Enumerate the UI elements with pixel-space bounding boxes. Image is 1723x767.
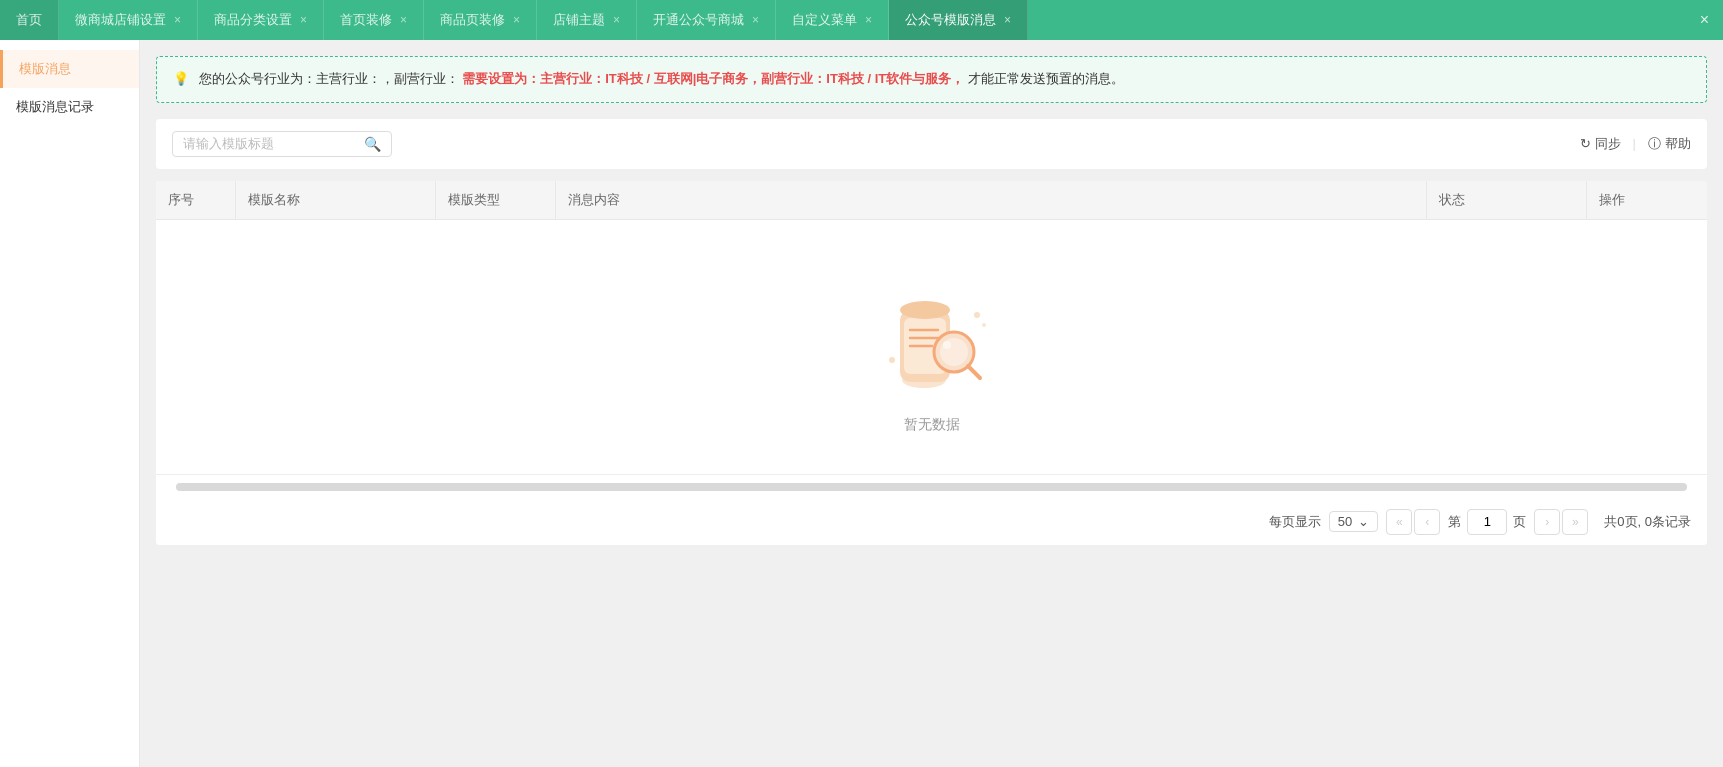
tab-store-theme[interactable]: 店铺主题 × <box>537 0 637 40</box>
prev-page-button[interactable]: ‹ <box>1414 509 1440 535</box>
search-input-wrap[interactable]: 🔍 <box>172 131 392 157</box>
close-tab-template-msg[interactable]: × <box>1004 13 1011 27</box>
tab-custom-menu-label: 自定义菜单 <box>792 11 857 29</box>
th-content: 消息内容 <box>556 181 1427 219</box>
data-table: 序号 模版名称 模版类型 消息内容 状态 操作 <box>156 181 1707 545</box>
total-info: 共0页, 0条记录 <box>1604 513 1691 531</box>
th-action: 操作 <box>1587 181 1707 219</box>
search-actions: ↻ 同步 | ⓘ 帮助 <box>1580 135 1691 153</box>
sync-label: 同步 <box>1595 135 1621 153</box>
th-type: 模版类型 <box>436 181 556 219</box>
tab-home-label: 首页 <box>16 11 42 29</box>
svg-point-10 <box>943 341 951 349</box>
tab-open-wechat[interactable]: 开通公众号商城 × <box>637 0 776 40</box>
close-tab-product-category[interactable]: × <box>300 13 307 27</box>
help-button[interactable]: ⓘ 帮助 <box>1648 135 1691 153</box>
content-area: 💡 您的公众号行业为：主营行业：，副营行业： 需要设置为：主营行业：IT科技 /… <box>140 40 1723 767</box>
empty-text: 暂无数据 <box>904 416 960 434</box>
notice-icon: 💡 <box>173 71 189 86</box>
svg-point-13 <box>889 357 895 363</box>
tab-product-category-label: 商品分类设置 <box>214 11 292 29</box>
scroll-bar-area[interactable] <box>156 474 1707 499</box>
tab-template-msg[interactable]: 公众号模版消息 × <box>889 0 1028 40</box>
tab-bar: 首页 微商城店铺设置 × 商品分类设置 × 首页装修 × 商品页装修 × 店铺主… <box>0 0 1723 40</box>
main-layout: 模版消息 模版消息记录 💡 您的公众号行业为：主营行业：，副营行业： 需要设置为… <box>0 40 1723 767</box>
close-tab-micro-store[interactable]: × <box>174 13 181 27</box>
tab-template-msg-label: 公众号模版消息 <box>905 11 996 29</box>
tab-home-decor[interactable]: 首页装修 × <box>324 0 424 40</box>
search-bar: 🔍 ↻ 同步 | ⓘ 帮助 <box>156 119 1707 169</box>
notice-highlight: 需要设置为：主营行业：IT科技 / 互联网|电子商务，副营行业：IT科技 / I… <box>462 71 964 86</box>
pagination: 每页显示 50 ⌄ « ‹ 第 页 <box>156 499 1707 545</box>
sidebar-item-template-msg[interactable]: 模版消息 <box>0 50 139 88</box>
toolbar-divider: | <box>1633 136 1636 151</box>
tab-store-theme-label: 店铺主题 <box>553 11 605 29</box>
tab-product-decor-label: 商品页装修 <box>440 11 505 29</box>
table-header: 序号 模版名称 模版类型 消息内容 状态 操作 <box>156 181 1707 220</box>
next-page-button[interactable]: › <box>1534 509 1560 535</box>
horizontal-scrollbar[interactable] <box>176 483 1687 491</box>
tab-open-wechat-label: 开通公众号商城 <box>653 11 744 29</box>
close-tab-open-wechat[interactable]: × <box>752 13 759 27</box>
last-page-button[interactable]: » <box>1562 509 1588 535</box>
tab-micro-store[interactable]: 微商城店铺设置 × <box>59 0 198 40</box>
page-number-input[interactable] <box>1467 509 1507 535</box>
tab-micro-store-label: 微商城店铺设置 <box>75 11 166 29</box>
empty-illustration <box>872 280 992 400</box>
per-page-dropdown-icon: ⌄ <box>1358 514 1369 529</box>
tab-home-decor-label: 首页装修 <box>340 11 392 29</box>
close-tab-store-theme[interactable]: × <box>613 13 620 27</box>
svg-line-9 <box>968 366 980 378</box>
per-page-label: 每页显示 <box>1269 513 1321 531</box>
tab-product-decor[interactable]: 商品页装修 × <box>424 0 537 40</box>
last-page-icon: » <box>1572 515 1579 529</box>
sidebar-item-template-msg-label: 模版消息 <box>19 61 71 76</box>
prev-page-icon: ‹ <box>1425 515 1429 529</box>
tab-home[interactable]: 首页 <box>0 0 59 40</box>
page-label: 第 <box>1448 513 1461 531</box>
search-icon[interactable]: 🔍 <box>364 136 381 152</box>
help-icon: ⓘ <box>1648 135 1661 153</box>
th-name: 模版名称 <box>236 181 436 219</box>
notice-text-prefix: 您的公众号行业为：主营行业：，副营行业： <box>199 71 459 86</box>
help-label: 帮助 <box>1665 135 1691 153</box>
th-seq: 序号 <box>156 181 236 219</box>
close-all-tabs-button[interactable]: × <box>1686 0 1723 40</box>
svg-point-11 <box>974 312 980 318</box>
notice-banner: 💡 您的公众号行业为：主营行业：，副营行业： 需要设置为：主营行业：IT科技 /… <box>156 56 1707 103</box>
close-tab-home-decor[interactable]: × <box>400 13 407 27</box>
first-page-button[interactable]: « <box>1386 509 1412 535</box>
sync-button[interactable]: ↻ 同步 <box>1580 135 1621 153</box>
close-tab-custom-menu[interactable]: × <box>865 13 872 27</box>
tab-product-category[interactable]: 商品分类设置 × <box>198 0 324 40</box>
page-input-wrap: 第 页 <box>1448 509 1526 535</box>
search-input[interactable] <box>183 136 360 151</box>
page-unit: 页 <box>1513 513 1526 531</box>
sidebar-item-template-msg-log-label: 模版消息记录 <box>16 99 94 114</box>
close-tab-product-decor[interactable]: × <box>513 13 520 27</box>
tab-custom-menu[interactable]: 自定义菜单 × <box>776 0 889 40</box>
svg-point-12 <box>982 323 986 327</box>
sidebar: 模版消息 模版消息记录 <box>0 40 140 767</box>
sync-icon: ↻ <box>1580 136 1591 151</box>
notice-text-suffix: 才能正常发送预置的消息。 <box>968 71 1124 86</box>
empty-state: 暂无数据 <box>156 220 1707 474</box>
per-page-value: 50 <box>1338 514 1352 529</box>
first-page-icon: « <box>1396 515 1403 529</box>
svg-point-3 <box>900 301 950 319</box>
page-nav: « ‹ <box>1386 509 1440 535</box>
sidebar-item-template-msg-log[interactable]: 模版消息记录 <box>0 88 139 126</box>
th-status: 状态 <box>1427 181 1587 219</box>
next-page-icon: › <box>1545 515 1549 529</box>
per-page-select[interactable]: 50 ⌄ <box>1329 511 1378 532</box>
page-nav-next: › » <box>1534 509 1588 535</box>
